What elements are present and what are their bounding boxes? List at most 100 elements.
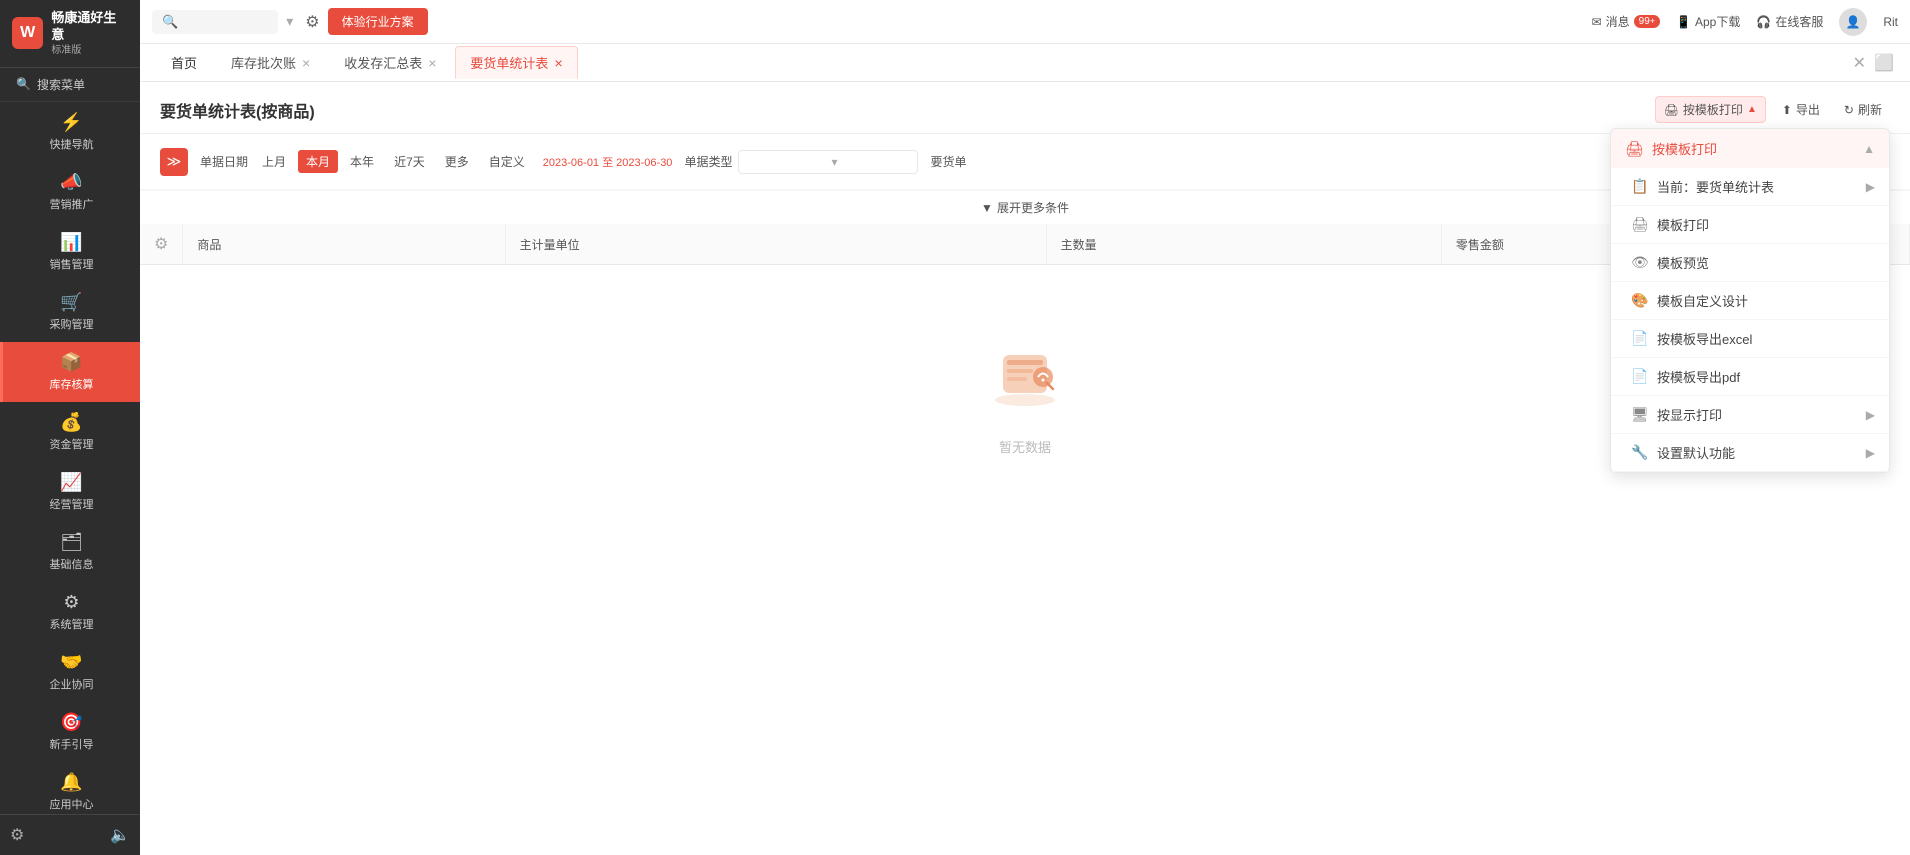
dropdown-set-default[interactable]: 🔧 设置默认功能 ▶ [1611, 434, 1889, 472]
dropdown-display-print[interactable]: 🖥 按显示打印 ▶ [1611, 396, 1889, 434]
app-logo-icon: W [12, 17, 43, 49]
app-download-btn[interactable]: 📱 App下载 [1676, 13, 1740, 30]
template-custom-icon: 🎨 [1631, 292, 1647, 309]
tab-batch-account-close[interactable]: × [302, 56, 310, 70]
dropdown-export-pdf[interactable]: 📄 按模板导出pdf [1611, 358, 1889, 396]
order-type-select[interactable]: ▾ [738, 150, 918, 174]
print-label: 按模板打印 [1683, 101, 1743, 118]
sidebar-item-operations[interactable]: 📈 经营管理 [0, 462, 140, 522]
page-title: 要货单统计表(按商品) [160, 98, 315, 122]
dropdown-collapse-icon[interactable]: ▲ [1863, 142, 1875, 156]
dropdown-current[interactable]: 📋 当前：要货单统计表 ▶ [1611, 168, 1889, 206]
sidebar-item-inventory[interactable]: 📦 库存核算 [0, 342, 140, 402]
order-type-filter-group: 单据类型 ▾ [684, 150, 918, 174]
tab-receipt-summary-label: 收发存汇总表 [344, 53, 422, 72]
settings-bottom-icon[interactable]: ⚙ [10, 825, 24, 845]
tabs-restore-icon[interactable]: ⬜ [1874, 53, 1894, 73]
order-type-arrow-icon: ▾ [831, 155, 909, 169]
tab-home[interactable]: 首页 [156, 46, 212, 79]
date-tab-this-year[interactable]: 本年 [342, 150, 382, 173]
message-label: 消息 [1606, 13, 1630, 30]
sidebar-item-label: 企业协同 [50, 676, 94, 692]
export-excel-label: 按模板导出excel [1657, 329, 1752, 348]
dropdown-template-print[interactable]: 🖨 模板打印 [1611, 206, 1889, 244]
tab-receipt-summary[interactable]: 收发存汇总表 × [329, 46, 451, 79]
sidebar-item-marketing[interactable]: 📣 营销推广 [0, 162, 140, 222]
topbar-dropdown-icon[interactable]: ▾ [286, 13, 293, 30]
dropdown-header[interactable]: 🖨 按模板打印 ▲ [1611, 129, 1889, 168]
dropdown-header-left: 🖨 按模板打印 [1625, 139, 1717, 158]
user-name[interactable]: Rit [1883, 15, 1898, 29]
topbar-search-input[interactable] [178, 15, 268, 29]
sidebar-bottom: ⚙ 🔈 [0, 814, 140, 855]
date-tab-custom[interactable]: 自定义 [481, 150, 533, 173]
date-tab-more[interactable]: 更多 [437, 150, 477, 173]
online-service-btn[interactable]: 🎧 在线客服 [1756, 13, 1823, 30]
sidebar-item-app-center[interactable]: 🔔 应用中心 [0, 762, 140, 814]
date-tab-this-month[interactable]: 本月 [298, 150, 338, 173]
table-settings-icon[interactable]: ⚙ [154, 236, 168, 253]
tab-order-stats[interactable]: 要货单统计表 × [455, 46, 577, 79]
sidebar-item-label: 经营管理 [50, 496, 94, 512]
sidebar-search[interactable]: 🔍 搜索菜单 [0, 68, 140, 102]
tabs-close-icon[interactable]: ✕ [1853, 53, 1866, 73]
sidebar-item-system[interactable]: ⚙ 系统管理 [0, 582, 140, 642]
sidebar-item-collab[interactable]: 🤝 企业协同 [0, 642, 140, 702]
sidebar-item-purchase[interactable]: 🛒 采购管理 [0, 282, 140, 342]
expand-icon: ≫ [167, 153, 182, 170]
sidebar-item-label: 快捷导航 [50, 136, 94, 152]
refresh-icon: ↻ [1844, 103, 1854, 117]
current-icon: 📋 [1631, 178, 1647, 195]
tab-order-stats-close[interactable]: × [554, 56, 562, 70]
table-col-unit: 主计量单位 [505, 224, 1046, 265]
message-btn[interactable]: ✉ 消息 99+ [1592, 13, 1660, 30]
filter-expand-btn[interactable]: ≫ [160, 148, 188, 176]
sidebar-item-quick-nav[interactable]: ⚡ 快捷导航 [0, 102, 140, 162]
template-custom-label: 模板自定义设计 [1657, 291, 1748, 310]
sidebar-item-label: 新手引导 [50, 736, 94, 752]
inventory-icon: 📦 [60, 352, 82, 373]
headset-icon: 🎧 [1756, 15, 1771, 29]
refresh-btn[interactable]: ↻ 刷新 [1836, 97, 1890, 122]
export-btn[interactable]: ⬆ 导出 [1774, 97, 1828, 122]
content-area: 要货单统计表(按商品) 🖨 按模板打印 ▲ ⬆ 导出 ↻ 刷新 [140, 82, 1910, 855]
quick-nav-icon: ⚡ [60, 112, 82, 133]
topbar-right: ✉ 消息 99+ 📱 App下载 🎧 在线客服 👤 Rit [1592, 8, 1898, 36]
sidebar-item-finance[interactable]: 💰 资金管理 [0, 402, 140, 462]
sidebar-item-label: 基础信息 [50, 556, 94, 572]
finance-icon: 💰 [60, 412, 82, 433]
goods-label: 要货单 [930, 153, 966, 170]
sidebar-item-label: 应用中心 [50, 796, 94, 812]
sidebar-item-sales[interactable]: 📊 销售管理 [0, 222, 140, 282]
dropdown-print-icon: 🖨 [1625, 140, 1644, 158]
dropdown-template-custom[interactable]: 🎨 模板自定义设计 [1611, 282, 1889, 320]
goods-filter-group: 要货单 [930, 153, 966, 170]
tab-batch-account[interactable]: 库存批次账 × [216, 46, 325, 79]
sidebar-item-label: 采购管理 [50, 316, 94, 332]
date-tab-7days[interactable]: 近7天 [386, 150, 433, 173]
date-tab-last-month[interactable]: 上月 [254, 150, 294, 173]
dropdown-title: 按模板打印 [1652, 139, 1717, 158]
speaker-bottom-icon[interactable]: 🔈 [110, 825, 130, 845]
dropdown-export-excel[interactable]: 📄 按模板导出excel [1611, 320, 1889, 358]
sidebar: W 畅康通好生意 标准版 🔍 搜索菜单 ⚡ 快捷导航 📣 营销推广 📊 销售管理… [0, 0, 140, 855]
tab-receipt-summary-close[interactable]: × [428, 56, 436, 70]
industry-btn[interactable]: 体验行业方案 [328, 8, 428, 35]
print-template-btn[interactable]: 🖨 按模板打印 ▲ [1655, 96, 1766, 123]
page: 要货单统计表(按商品) 🖨 按模板打印 ▲ ⬆ 导出 ↻ 刷新 [140, 82, 1910, 855]
dropdown-template-preview[interactable]: 👁 模板预览 [1611, 244, 1889, 282]
user-avatar[interactable]: 👤 [1839, 8, 1867, 36]
sidebar-item-label: 资金管理 [50, 436, 94, 452]
app-name: 畅康通好生意 [51, 10, 128, 44]
sidebar-item-guide[interactable]: 🎯 新手引导 [0, 702, 140, 762]
print-arrow-up-icon: ▲ [1747, 104, 1757, 115]
avatar-icon: 👤 [1846, 15, 1861, 29]
date-filter-label: 单据日期 [200, 153, 248, 170]
page-header: 要货单统计表(按商品) 🖨 按模板打印 ▲ ⬆ 导出 ↻ 刷新 [140, 82, 1910, 134]
table-col-settings[interactable]: ⚙ [140, 224, 183, 265]
search-icon: 🔍 [16, 77, 31, 91]
sidebar-item-basic-info[interactable]: 🗂 基础信息 [0, 522, 140, 582]
topbar-gear-icon[interactable]: ⚙ [305, 12, 319, 32]
app-center-icon: 🔔 [60, 772, 82, 793]
display-print-arrow-icon: ▶ [1866, 408, 1875, 422]
